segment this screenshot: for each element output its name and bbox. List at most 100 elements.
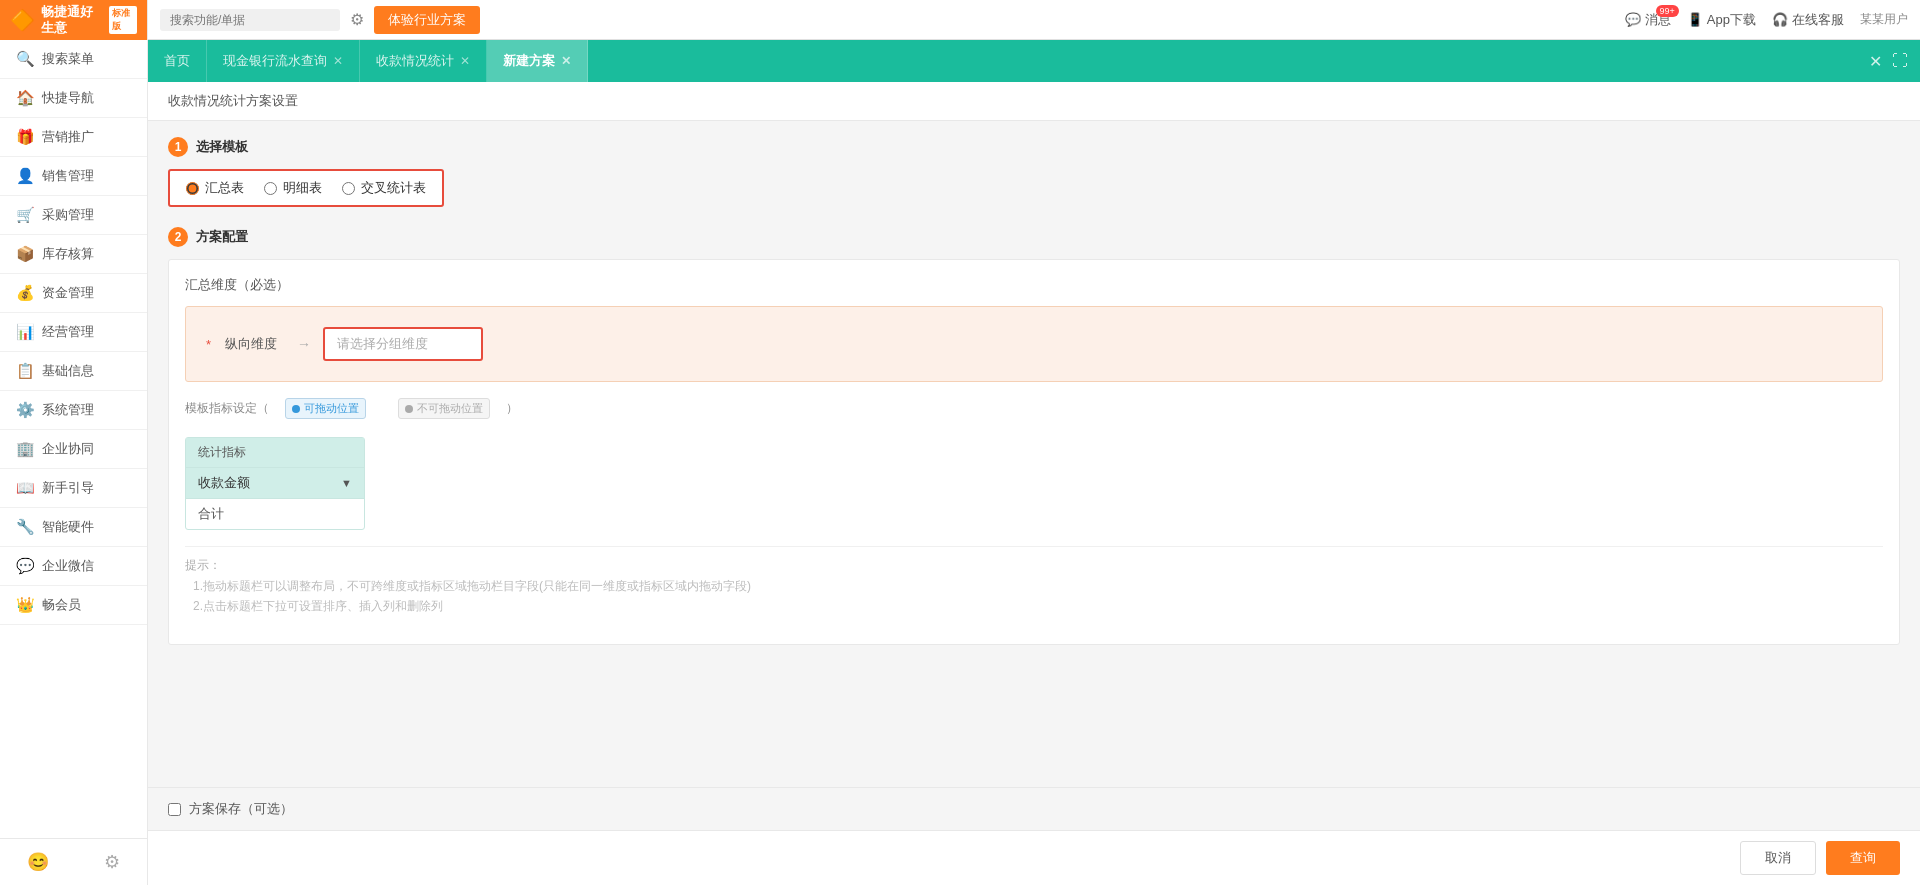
sidebar-item-system[interactable]: ⚙️ 系统管理 [0, 391, 147, 430]
topbar: ⚙ 体验行业方案 💬 消息 99+ 📱 App下载 🎧 在线客服 某某用户 [148, 0, 1920, 40]
sidebar-item-inventory[interactable]: 📦 库存核算 [0, 235, 147, 274]
crown-icon: 👑 [16, 596, 34, 614]
step1-title: 选择模板 [196, 138, 248, 156]
step1-num: 1 [168, 137, 188, 157]
tabbar: 首页 现金银行流水查询 ✕ 收款情况统计 ✕ 新建方案 ✕ ✕ ⛶ [148, 40, 1920, 82]
sidebar-item-operations[interactable]: 📊 经营管理 [0, 313, 147, 352]
search-input[interactable] [160, 9, 340, 31]
vertical-dimension-label: 纵向维度 [225, 335, 285, 353]
footer: 取消 查询 [148, 830, 1920, 885]
content-area: 收款情况统计方案设置 1 选择模板 汇总表 明细表 [148, 82, 1920, 830]
step2-title: 方案配置 [196, 228, 248, 246]
sidebar-item-sales[interactable]: 👤 销售管理 [0, 157, 147, 196]
tab-bank-flow-close-icon[interactable]: ✕ [333, 54, 343, 68]
radio-summary[interactable]: 汇总表 [186, 179, 244, 197]
indicator-row-total: 合计 [186, 499, 364, 529]
tabbar-close-icon[interactable]: ✕ [1869, 52, 1882, 71]
box-icon: 📦 [16, 245, 34, 263]
message-count: 99+ [1656, 5, 1679, 17]
sidebar-label-guide: 新手引导 [42, 479, 94, 497]
tip-item-2: 2.点击标题栏下拉可设置排序、插入列和删除列 [185, 598, 1883, 615]
indicator-stat-header: 统计指标 [186, 438, 364, 468]
indicator-section: 模板指标设定（ 可拖动位置 不可拖动位置 ） [185, 398, 1883, 530]
page-header-title: 收款情况统计方案设置 [168, 93, 298, 108]
user-icon: 👤 [16, 167, 34, 185]
indicator-table: 统计指标 收款金额 ▼ 合计 [185, 437, 365, 530]
main-area: ⚙ 体验行业方案 💬 消息 99+ 📱 App下载 🎧 在线客服 某某用户 首页… [148, 0, 1920, 885]
user-name: 某某用户 [1860, 11, 1908, 28]
sidebar-item-finance[interactable]: 💰 资金管理 [0, 274, 147, 313]
step1-header: 1 选择模板 [168, 137, 1900, 157]
step2-num: 2 [168, 227, 188, 247]
radio-summary-input[interactable] [186, 182, 199, 195]
indicator-label-end: ） [506, 400, 518, 417]
service-icon: 🎧 [1772, 12, 1788, 27]
save-option-area: 方案保存（可选） [148, 787, 1920, 830]
sidebar-label-search-menu: 搜索菜单 [42, 50, 94, 68]
tab-new-plan-close-icon[interactable]: ✕ [561, 54, 571, 68]
tabbar-actions: ✕ ⛶ [1857, 40, 1920, 82]
tab-bank-flow[interactable]: 现金银行流水查询 ✕ [207, 40, 360, 82]
app-logo: 🔶 畅捷通好生意 标准版 [0, 0, 147, 40]
industry-plan-button[interactable]: 体验行业方案 [374, 6, 480, 34]
message-badge[interactable]: 💬 消息 99+ [1625, 11, 1671, 29]
tab-new-plan[interactable]: 新建方案 ✕ [487, 40, 588, 82]
settings-icon[interactable]: ⚙ [350, 10, 364, 29]
tabbar-expand-icon[interactable]: ⛶ [1892, 52, 1908, 70]
topbar-right: 💬 消息 99+ 📱 App下载 🎧 在线客服 某某用户 [1625, 11, 1908, 29]
step2-header: 2 方案配置 [168, 227, 1900, 247]
tab-receipt-stats[interactable]: 收款情况统计 ✕ [360, 40, 487, 82]
cancel-button[interactable]: 取消 [1740, 841, 1816, 875]
search-icon: 🔍 [16, 50, 34, 68]
sidebar-item-search-menu[interactable]: 🔍 搜索菜单 [0, 40, 147, 79]
indicator-column-header[interactable]: 收款金额 ▼ [186, 468, 364, 499]
radio-cross-input[interactable] [342, 182, 355, 195]
sidebar-item-guide[interactable]: 📖 新手引导 [0, 469, 147, 508]
sidebar-label-sales: 销售管理 [42, 167, 94, 185]
radio-summary-label: 汇总表 [205, 179, 244, 197]
draggable-no-dot [405, 405, 413, 413]
radio-detail[interactable]: 明细表 [264, 179, 322, 197]
radio-cross[interactable]: 交叉统计表 [342, 179, 426, 197]
sidebar-item-marketing[interactable]: 🎁 营销推广 [0, 118, 147, 157]
sidebar-item-hardware[interactable]: 🔧 智能硬件 [0, 508, 147, 547]
tab-receipt-stats-label: 收款情况统计 [376, 52, 454, 70]
tips-area: 提示： 1.拖动标题栏可以调整布局，不可跨维度或指标区域拖动栏目字段(只能在同一… [185, 546, 1883, 628]
sidebar-item-member[interactable]: 👑 畅会员 [0, 586, 147, 625]
tab-bank-flow-label: 现金银行流水查询 [223, 52, 327, 70]
arrow-icon: → [297, 336, 311, 352]
draggable-no-tag: 不可拖动位置 [398, 398, 490, 419]
sidebar-label-system: 系统管理 [42, 401, 94, 419]
dimension-select[interactable]: 请选择分组维度 [323, 327, 483, 361]
book-icon: 📖 [16, 479, 34, 497]
sidebar-item-basic-info[interactable]: 📋 基础信息 [0, 352, 147, 391]
sidebar-item-enterprise[interactable]: 🏢 企业协同 [0, 430, 147, 469]
sidebar-label-basic-info: 基础信息 [42, 362, 94, 380]
radio-detail-input[interactable] [264, 182, 277, 195]
draggable-yes-dot [292, 405, 300, 413]
tab-home[interactable]: 首页 [148, 40, 207, 82]
service-badge[interactable]: 🎧 在线客服 [1772, 11, 1844, 29]
indicator-stat-label: 统计指标 [198, 445, 246, 459]
clipboard-icon: 📋 [16, 362, 34, 380]
sidebar-label-enterprise: 企业协同 [42, 440, 94, 458]
chart-icon: 📊 [16, 323, 34, 341]
sidebar-item-quick-nav[interactable]: 🏠 快捷导航 [0, 79, 147, 118]
template-selection-box: 汇总表 明细表 交叉统计表 [168, 169, 444, 207]
home-icon: 🏠 [16, 89, 34, 107]
step1-section: 1 选择模板 汇总表 明细表 交叉统计表 [168, 137, 1900, 207]
save-option-label: 方案保存（可选） [189, 800, 293, 818]
indicator-column-label: 收款金额 [198, 474, 250, 492]
save-checkbox[interactable] [168, 803, 181, 816]
sidebar-item-wechat[interactable]: 💬 企业微信 [0, 547, 147, 586]
sidebar-bottom-icon-left[interactable]: 😊 [23, 847, 53, 877]
sidebar-item-purchase[interactable]: 🛒 采购管理 [0, 196, 147, 235]
sidebar-bottom-icon-right[interactable]: ⚙ [100, 847, 124, 877]
tab-receipt-stats-close-icon[interactable]: ✕ [460, 54, 470, 68]
wrench-icon: 🔧 [16, 518, 34, 536]
query-button[interactable]: 查询 [1826, 841, 1900, 875]
building-icon: 🏢 [16, 440, 34, 458]
logo-icon: 🔶 [10, 8, 35, 32]
download-badge[interactable]: 📱 App下载 [1687, 11, 1756, 29]
gift-icon: 🎁 [16, 128, 34, 146]
